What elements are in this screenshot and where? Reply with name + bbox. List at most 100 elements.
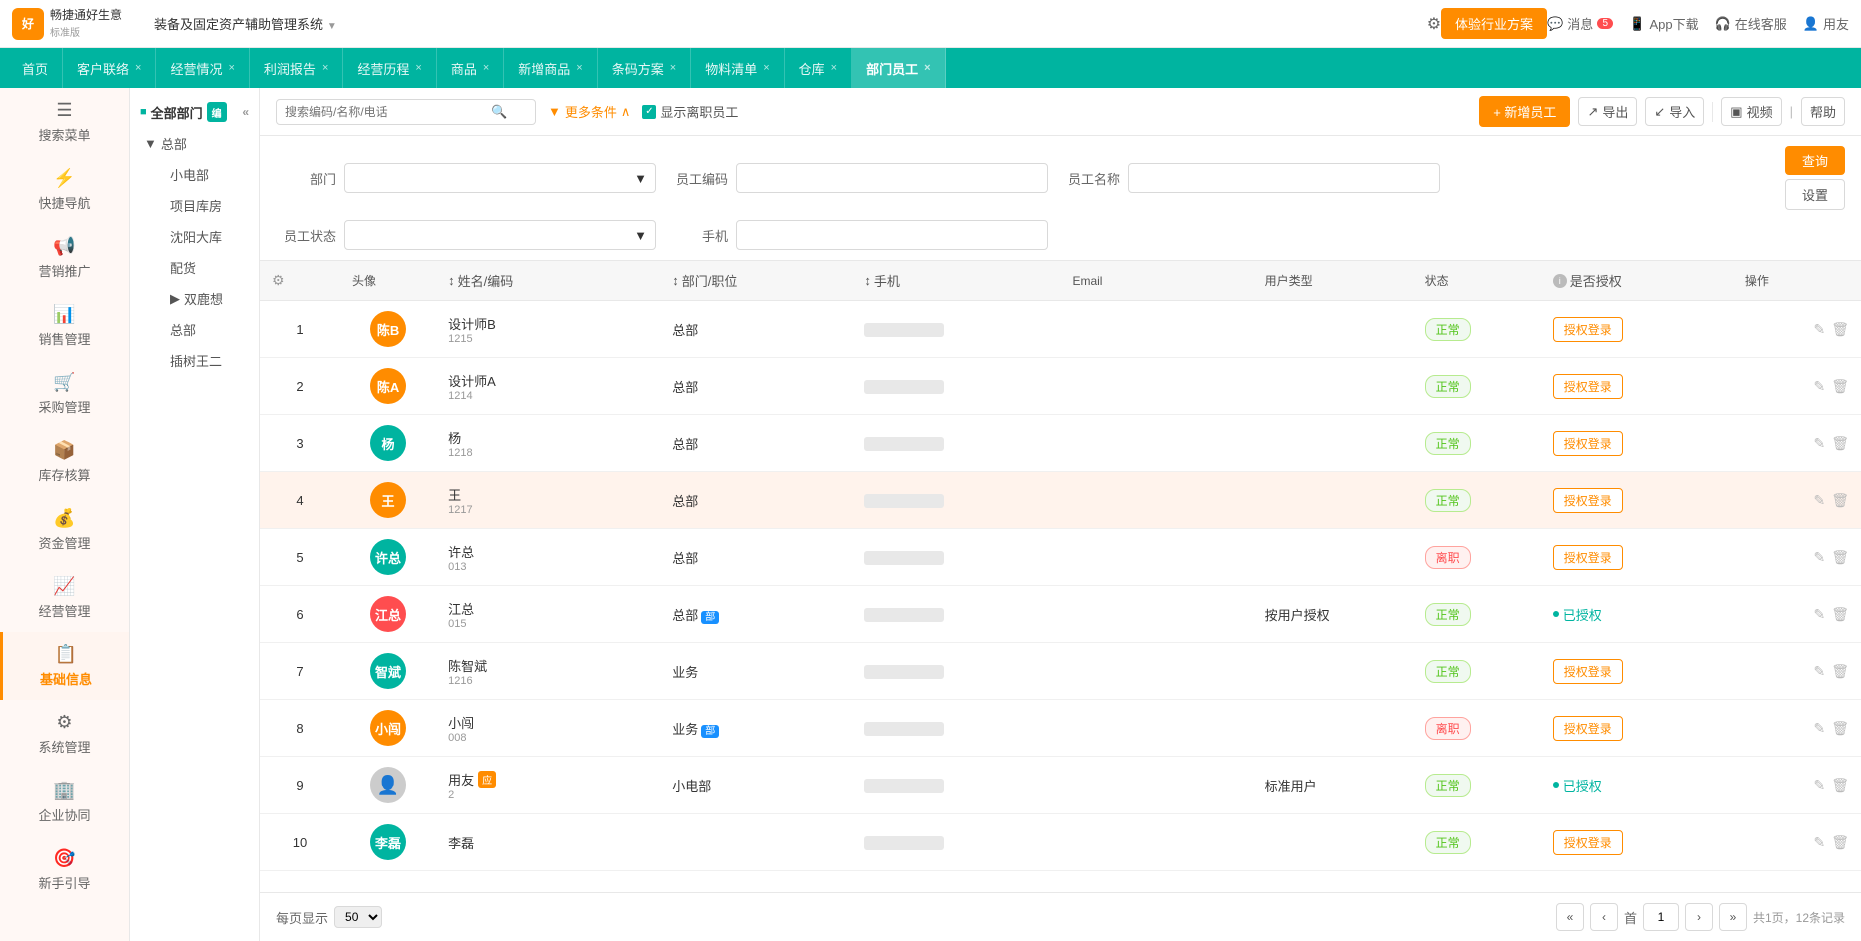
- auth-login-btn[interactable]: 授权登录: [1553, 830, 1623, 855]
- close-tab-icon[interactable]: ×: [228, 62, 234, 74]
- dept-node-xiangmu[interactable]: 项目库房: [140, 190, 259, 221]
- edit-icon[interactable]: ✎: [1813, 321, 1825, 337]
- export-btn[interactable]: ↗ 导出: [1578, 97, 1637, 126]
- dept-edit-btn[interactable]: 编: [207, 102, 227, 122]
- nav-tab-仓库[interactable]: 仓库 ×: [785, 48, 852, 88]
- view-btn[interactable]: ▣ 视频: [1721, 97, 1781, 126]
- delete-icon[interactable]: 🗑: [1831, 606, 1849, 622]
- nav-tab-利润报告[interactable]: 利润报告 ×: [250, 48, 343, 88]
- online-service-btn[interactable]: 🎧 在线客服: [1715, 14, 1787, 33]
- auth-login-btn[interactable]: 授权登录: [1553, 317, 1623, 342]
- import-btn[interactable]: ↙ 导入: [1645, 97, 1704, 126]
- query-btn[interactable]: 查询: [1785, 146, 1845, 175]
- nav-tab-部门员工[interactable]: 部门员工 ×: [852, 48, 945, 88]
- filter-dept-select[interactable]: ▼: [344, 163, 656, 193]
- delete-icon[interactable]: 🗑: [1831, 777, 1849, 793]
- more-conditions-btn[interactable]: ▼ 更多条件 ∧: [548, 102, 630, 121]
- th-phone[interactable]: ↕ 手机: [852, 261, 1060, 301]
- auth-login-btn[interactable]: 授权登录: [1553, 431, 1623, 456]
- search-input-wrap[interactable]: 🔍: [276, 99, 536, 125]
- filter-empname-input[interactable]: [1128, 163, 1440, 193]
- close-tab-icon[interactable]: ×: [670, 62, 676, 74]
- dept-node-shuanglu[interactable]: ▶ 双鹿想: [140, 283, 259, 314]
- user-menu-btn[interactable]: 👤 用友: [1803, 14, 1849, 33]
- settings-icon[interactable]: ⚙: [1427, 14, 1441, 34]
- sidebar-nav-item-inventory[interactable]: 📦库存核算: [0, 428, 129, 496]
- page-first-btn[interactable]: «: [1556, 903, 1584, 931]
- nav-tab-物料清单[interactable]: 物料清单 ×: [691, 48, 784, 88]
- auth-login-btn[interactable]: 授权登录: [1553, 716, 1623, 741]
- dept-node-zongbu[interactable]: 总部: [140, 314, 259, 345]
- delete-icon[interactable]: 🗑: [1831, 321, 1849, 337]
- edit-icon[interactable]: ✎: [1813, 435, 1825, 451]
- th-name[interactable]: ↕ 姓名/编码: [436, 261, 660, 301]
- auth-login-btn[interactable]: 授权登录: [1553, 659, 1623, 684]
- dept-tree-header[interactable]: ■ 全部部门 编 «: [130, 96, 259, 128]
- edit-icon[interactable]: ✎: [1813, 549, 1825, 565]
- message-btn[interactable]: 💬 消息 5: [1547, 14, 1613, 33]
- auth-info-icon[interactable]: i: [1553, 274, 1567, 288]
- nav-tab-条码方案[interactable]: 条码方案 ×: [598, 48, 691, 88]
- page-prev-btn[interactable]: ‹: [1590, 903, 1618, 931]
- sidebar-nav-item-system[interactable]: ⚙系统管理: [0, 700, 129, 768]
- dept-node-xiaodian[interactable]: 小电部: [140, 159, 259, 190]
- delete-icon[interactable]: 🗑: [1831, 378, 1849, 394]
- edit-icon[interactable]: ✎: [1813, 720, 1825, 736]
- system-title-dropdown[interactable]: ▼: [327, 21, 337, 32]
- edit-icon[interactable]: ✎: [1813, 378, 1825, 394]
- close-tab-icon[interactable]: ×: [322, 62, 328, 74]
- dept-node-chashuwang[interactable]: 插树王二: [140, 345, 259, 376]
- reset-btn[interactable]: 设置: [1785, 179, 1845, 210]
- auth-login-btn[interactable]: 授权登录: [1553, 545, 1623, 570]
- auth-login-btn[interactable]: 授权登录: [1553, 488, 1623, 513]
- filter-phone-input[interactable]: [736, 220, 1048, 250]
- delete-icon[interactable]: 🗑: [1831, 663, 1849, 679]
- app-download-btn[interactable]: 📱 App下载: [1629, 14, 1698, 33]
- close-tab-icon[interactable]: ×: [831, 62, 837, 74]
- close-tab-icon[interactable]: ×: [924, 62, 930, 74]
- sidebar-nav-item-basic[interactable]: 📋基础信息: [0, 632, 129, 700]
- nav-tab-经营历程[interactable]: 经营历程 ×: [343, 48, 436, 88]
- close-tab-icon[interactable]: ×: [763, 62, 769, 74]
- sidebar-nav-item-purchase[interactable]: 🛒采购管理: [0, 360, 129, 428]
- close-tab-icon[interactable]: ×: [135, 62, 141, 74]
- search-submit-icon[interactable]: 🔍: [491, 104, 507, 120]
- sidebar-nav-item-search[interactable]: ☰搜索菜单: [0, 88, 129, 156]
- show-resigned-checkbox[interactable]: ✓ 显示离职员工: [642, 102, 738, 121]
- nav-tab-客户联络[interactable]: 客户联络 ×: [63, 48, 156, 88]
- filter-empcode-input[interactable]: [736, 163, 1048, 193]
- sidebar-nav-item-finance[interactable]: 💰资金管理: [0, 496, 129, 564]
- th-settings[interactable]: ⚙: [260, 261, 340, 301]
- edit-icon[interactable]: ✎: [1813, 777, 1825, 793]
- dept-node-general[interactable]: ▼ 总部: [130, 128, 259, 159]
- sidebar-nav-item-shortcut[interactable]: ⚡快捷导航: [0, 156, 129, 224]
- sidebar-nav-item-sales[interactable]: 📊销售管理: [0, 292, 129, 360]
- nav-tab-商品[interactable]: 商品 ×: [437, 48, 504, 88]
- dept-collapse-btn[interactable]: «: [242, 105, 249, 119]
- edit-icon[interactable]: ✎: [1813, 834, 1825, 850]
- search-input[interactable]: [285, 105, 485, 119]
- close-tab-icon[interactable]: ×: [415, 62, 421, 74]
- help-btn[interactable]: 帮助: [1801, 97, 1845, 126]
- dept-node-peihuo[interactable]: 配货: [140, 252, 259, 283]
- close-tab-icon[interactable]: ×: [576, 62, 582, 74]
- trial-button[interactable]: 体验行业方案: [1441, 8, 1547, 39]
- th-dept[interactable]: ↕ 部门/职位: [660, 261, 852, 301]
- page-size-select[interactable]: 50: [334, 906, 382, 928]
- page-next-btn[interactable]: ›: [1685, 903, 1713, 931]
- nav-tab-经营情况[interactable]: 经营情况 ×: [156, 48, 249, 88]
- nav-tab-新增商品[interactable]: 新增商品 ×: [504, 48, 597, 88]
- sidebar-nav-item-enterprise[interactable]: 🏢企业协同: [0, 768, 129, 836]
- delete-icon[interactable]: 🗑: [1831, 720, 1849, 736]
- delete-icon[interactable]: 🗑: [1831, 492, 1849, 508]
- dept-node-shenyang[interactable]: 沈阳大库: [140, 221, 259, 252]
- add-employee-btn[interactable]: + 新增员工: [1479, 96, 1570, 127]
- sidebar-nav-item-guide[interactable]: 🎯新手引导: [0, 836, 129, 904]
- page-current-input[interactable]: [1643, 903, 1679, 931]
- edit-icon[interactable]: ✎: [1813, 663, 1825, 679]
- sidebar-nav-item-marketing[interactable]: 📢营销推广: [0, 224, 129, 292]
- delete-icon[interactable]: 🗑: [1831, 834, 1849, 850]
- nav-tab-首页[interactable]: 首页: [8, 48, 63, 88]
- delete-icon[interactable]: 🗑: [1831, 435, 1849, 451]
- page-last-btn[interactable]: »: [1719, 903, 1747, 931]
